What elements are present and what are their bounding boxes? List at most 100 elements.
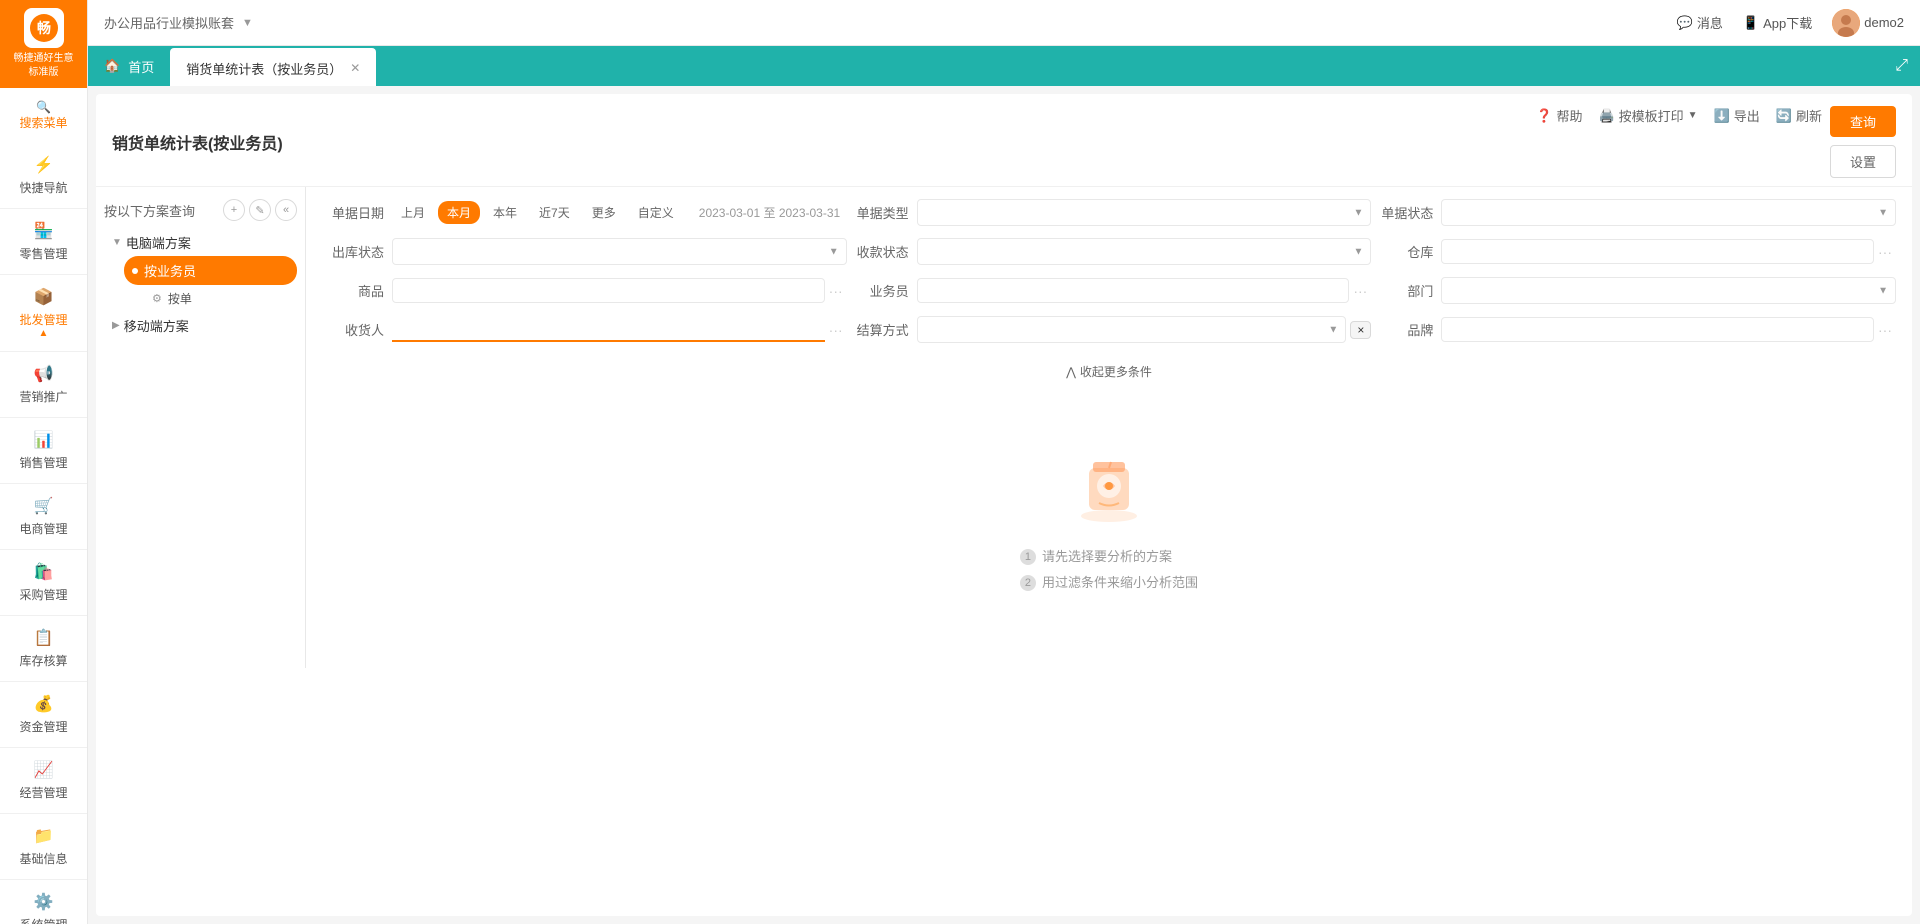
setting-button[interactable]: 设置: [1830, 145, 1896, 178]
goods-dots-btn[interactable]: ···: [825, 283, 847, 299]
date-tab-this-year[interactable]: 本年: [484, 201, 526, 224]
print-label: 按模板打印: [1619, 106, 1684, 125]
collapse-panel-btn[interactable]: «: [275, 199, 297, 221]
sidebar-item-wholesale[interactable]: 📦 批发管理 ▲: [0, 275, 87, 352]
export-btn[interactable]: ⬇️ 导出: [1714, 106, 1760, 125]
sidebar-item-basic-info[interactable]: 📁 基础信息: [0, 814, 87, 880]
tree-child-item-salesperson[interactable]: 按业务员: [124, 256, 297, 285]
salesperson-dots-btn[interactable]: ···: [1349, 283, 1371, 299]
right-panel: 单据日期 上月 本月 本年 近7天 更多 自定义 2023-03-01 至 20…: [306, 187, 1912, 668]
settlement-tag-remove[interactable]: ×: [1357, 323, 1364, 337]
tab-expand-btn[interactable]: ⤢: [1883, 57, 1920, 75]
date-range-text: 2023-03-01 至 2023-03-31: [699, 204, 840, 221]
sidebar-item-label: 零售管理: [19, 245, 67, 262]
date-tab-custom[interactable]: 自定义: [629, 201, 683, 224]
receiver-dots-btn[interactable]: ···: [825, 322, 847, 338]
receiver-control: ···: [392, 317, 847, 342]
tabbar: 🏠 首页 销货单统计表（按业务员） ✕ ⤢: [88, 46, 1920, 86]
sidebar-item-label: 库存核算: [19, 652, 67, 669]
tip-num-2: 2: [1020, 575, 1036, 591]
empty-state-icon: [1069, 448, 1149, 528]
tab-sales-stats-label: 销货单统计表（按业务员）: [186, 59, 342, 78]
bullet-icon: [132, 268, 138, 274]
settlement-label: 结算方式: [847, 320, 917, 339]
sidebar-item-sales[interactable]: 📊 销售管理: [0, 418, 87, 484]
sidebar-logo[interactable]: 畅 畅捷通好生意 标准版: [0, 0, 87, 88]
app-dropdown-arrow[interactable]: ▼: [242, 17, 253, 29]
tree-item-label-mobile: 移动端方案: [124, 316, 189, 335]
tree-expand-arrow-mobile: ▶: [112, 320, 120, 331]
date-tab-this-month[interactable]: 本月: [438, 201, 480, 224]
settlement-select[interactable]: [917, 316, 1347, 343]
tab-home[interactable]: 🏠 首页: [88, 46, 170, 86]
brand-dots-btn[interactable]: ···: [1874, 322, 1896, 338]
filter-row-3: 商品 ··· 业务员 ··· 部门: [322, 277, 1896, 304]
print-btn[interactable]: 🖨️ 按模板打印 ▼: [1598, 106, 1697, 125]
print-dropdown-arrow[interactable]: ▼: [1688, 110, 1698, 121]
add-scheme-btn[interactable]: +: [223, 199, 245, 221]
help-btn[interactable]: ❓ 帮助: [1536, 106, 1582, 125]
user-avatar-btn[interactable]: demo2: [1832, 9, 1904, 37]
date-label: 单据日期: [322, 203, 392, 222]
receiver-input[interactable]: [392, 317, 825, 342]
date-tabs: 上月 本月 本年 近7天 更多 自定义: [392, 201, 683, 224]
date-tab-more[interactable]: 更多: [583, 201, 625, 224]
sidebar-item-label: 电商管理: [19, 520, 67, 537]
order-sub-icon: ⚙: [152, 292, 162, 305]
sidebar-item-retail[interactable]: 🏪 零售管理: [0, 209, 87, 275]
department-select-wrapper: ▼: [1441, 277, 1896, 304]
doc-type-select[interactable]: [917, 199, 1372, 226]
topbar: 办公用品行业模拟账套 ▼ 💬 消息 📱 App下载 de: [88, 0, 1920, 46]
tab-close-btn[interactable]: ✕: [350, 61, 360, 75]
sidebar-item-finance[interactable]: 💰 资金管理: [0, 682, 87, 748]
query-button[interactable]: 查询: [1830, 106, 1896, 137]
brand-input[interactable]: [1441, 317, 1874, 342]
stock-status-select-wrapper: ▼: [392, 238, 847, 265]
department-select[interactable]: [1441, 277, 1896, 304]
sidebar-item-search[interactable]: 🔍 搜索菜单: [0, 88, 87, 143]
sidebar-item-inventory[interactable]: 📋 库存核算: [0, 616, 87, 682]
warehouse-input[interactable]: [1441, 239, 1874, 264]
refresh-btn[interactable]: 🔄 刷新: [1776, 106, 1822, 125]
sidebar-item-operations[interactable]: 📈 经营管理: [0, 748, 87, 814]
app-download-icon: 📱: [1743, 15, 1759, 31]
tree-item-label: 电脑端方案: [126, 233, 191, 252]
message-btn[interactable]: 💬 消息: [1677, 13, 1723, 32]
print-icon: 🖨️: [1598, 108, 1614, 124]
sidebar: 畅 畅捷通好生意 标准版 🔍 搜索菜单 ⚡ 快捷导航 🏪 零售管理 📦 批发管理…: [0, 0, 88, 924]
stock-status-select[interactable]: [392, 238, 847, 265]
date-tab-last-month[interactable]: 上月: [392, 201, 434, 224]
sidebar-item-system[interactable]: ⚙️ 系统管理: [0, 880, 87, 924]
inventory-icon: 📋: [34, 628, 54, 648]
sidebar-item-purchase[interactable]: 🛍️ 采购管理: [0, 550, 87, 616]
date-tab-7days[interactable]: 近7天: [530, 201, 579, 224]
tree-item-pc-scheme[interactable]: ▼ 电脑端方案: [104, 229, 297, 256]
finance-icon: 💰: [34, 694, 54, 714]
department-label: 部门: [1371, 281, 1441, 300]
user-name: demo2: [1864, 15, 1904, 30]
page-header-right: ❓ 帮助 🖨️ 按模板打印 ▼ ⬇️ 导出 �: [1536, 106, 1896, 178]
sidebar-item-quick-nav[interactable]: ⚡ 快捷导航: [0, 143, 87, 209]
warehouse-dots-btn[interactable]: ···: [1874, 244, 1896, 260]
app-download-btn[interactable]: 📱 App下载: [1743, 13, 1812, 32]
tree-item-mobile-scheme[interactable]: ▶ 移动端方案: [104, 312, 297, 339]
edit-scheme-btn[interactable]: ✎: [249, 199, 271, 221]
brand-control: ···: [1441, 317, 1896, 342]
collapse-bar[interactable]: ⋀ 收起更多条件: [322, 355, 1896, 388]
settlement-select-wrapper: ▼: [917, 316, 1347, 343]
date-filter-control: 上月 本月 本年 近7天 更多 自定义 2023-03-01 至 2023-03…: [392, 201, 847, 224]
doc-status-select[interactable]: [1441, 199, 1896, 226]
operations-icon: 📈: [34, 760, 54, 780]
payment-status-select-wrapper: ▼: [917, 238, 1372, 265]
sidebar-item-marketing[interactable]: 📢 营销推广: [0, 352, 87, 418]
tree-expand-arrow: ▼: [112, 237, 122, 248]
tab-sales-stats[interactable]: 销货单统计表（按业务员） ✕: [170, 48, 376, 88]
goods-input[interactable]: [392, 278, 825, 303]
salesperson-input[interactable]: [917, 278, 1350, 303]
sidebar-item-ecommerce[interactable]: 🛒 电商管理: [0, 484, 87, 550]
tip-text-1: 请先选择要分析的方案: [1042, 544, 1172, 570]
tree-child-pc: 按业务员 ⚙ 按单: [104, 256, 297, 312]
tree-sub-item-order[interactable]: ⚙ 按单: [124, 285, 297, 312]
payment-status-select[interactable]: [917, 238, 1372, 265]
search-icon: 🔍: [36, 100, 51, 114]
